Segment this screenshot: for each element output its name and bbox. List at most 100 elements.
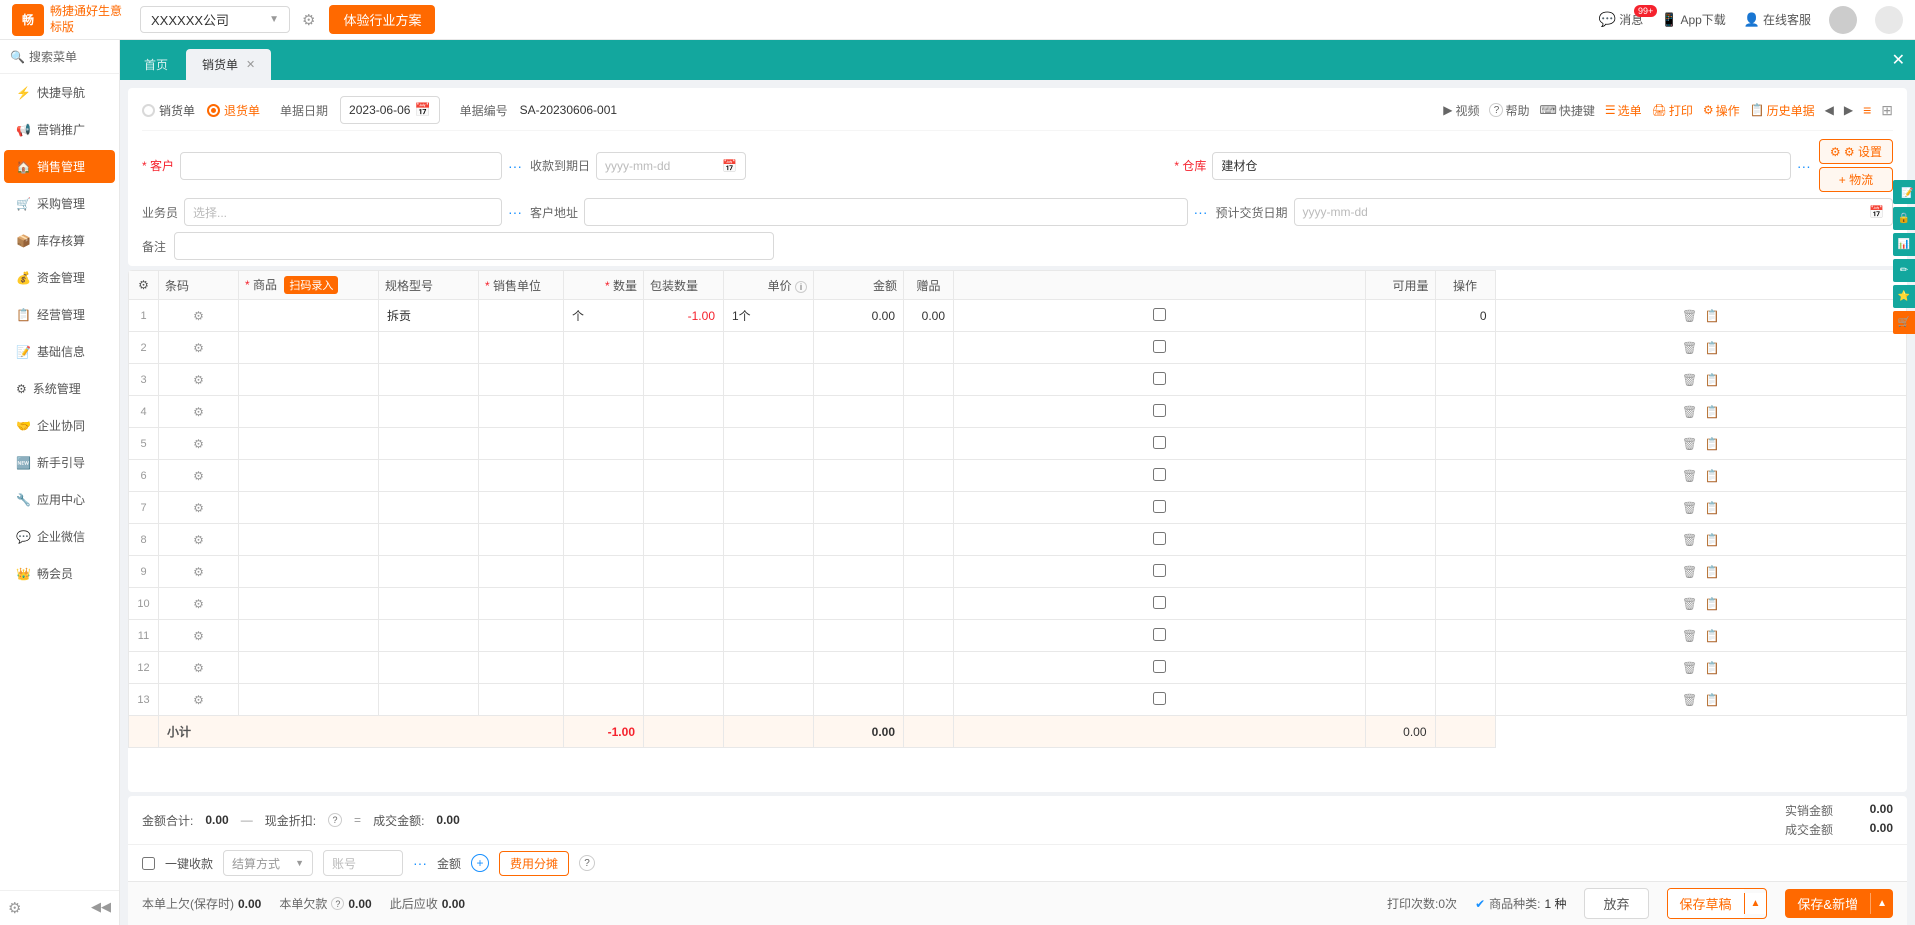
toolbar-shortcut[interactable]: ⌨ 快捷键	[1540, 102, 1595, 119]
row-gear-icon[interactable]: ⚙	[193, 693, 204, 707]
salesperson-input[interactable]: 选择...	[184, 198, 502, 226]
row-gear-icon[interactable]: ⚙	[193, 309, 204, 323]
row-delete-icon[interactable]: 🗑	[1682, 629, 1697, 643]
gift-checkbox[interactable]	[1153, 372, 1166, 385]
payment-due-input[interactable]: yyyy-mm-dd 📅	[596, 152, 746, 180]
prev-icon[interactable]: ◀	[1825, 103, 1834, 117]
sidebar-item-member[interactable]: 👑 畅会员	[4, 557, 115, 590]
sidebar-collapse-btn[interactable]: ◀◀	[91, 899, 111, 917]
gift-checkbox[interactable]	[1153, 468, 1166, 481]
row-gear-icon[interactable]: ⚙	[193, 565, 204, 579]
calendar-icon[interactable]: 📅	[414, 102, 430, 118]
sidebar-item-operations[interactable]: 📋 经营管理	[4, 298, 115, 331]
row-gear-icon[interactable]: ⚙	[193, 501, 204, 515]
one-click-label[interactable]: 一键收款	[165, 855, 213, 872]
calc-method-select[interactable]: 结算方式 ▼	[223, 850, 313, 876]
tab-close-icon[interactable]: ✕	[246, 58, 255, 71]
row-delete-icon[interactable]: 🗑	[1682, 405, 1697, 419]
delivery-calendar-icon[interactable]: 📅	[1869, 205, 1884, 219]
payment-calendar-icon[interactable]: 📅	[722, 159, 737, 173]
sidebar-item-sales[interactable]: 🏠 销售管理	[4, 150, 115, 183]
row-gear-icon[interactable]: ⚙	[193, 661, 204, 675]
toolbar-operate[interactable]: ⚙ 操作	[1703, 102, 1740, 119]
save-draft-btn-wrapper[interactable]: 保存草稿 ▲	[1667, 888, 1768, 919]
avatar[interactable]	[1829, 6, 1857, 34]
row-gear-icon[interactable]: ⚙	[193, 405, 204, 419]
row-gear-icon[interactable]: ⚙	[193, 373, 204, 387]
sidebar-item-apps[interactable]: 🔧 应用中心	[4, 483, 115, 516]
row-delete-icon[interactable]: 🗑	[1682, 693, 1697, 707]
sidebar-settings-btn[interactable]: ⚙	[8, 899, 21, 917]
row-copy-icon[interactable]: 📋	[1705, 661, 1720, 675]
online-service-btn[interactable]: 👤 在线客服	[1744, 11, 1811, 28]
sidebar-item-finance[interactable]: 💰 资金管理	[4, 261, 115, 294]
gift-checkbox[interactable]	[1153, 628, 1166, 641]
account-input[interactable]: 账号	[323, 850, 403, 876]
gift-checkbox[interactable]	[1153, 340, 1166, 353]
warehouse-input[interactable]: 建材仓	[1212, 152, 1790, 180]
row-copy-icon[interactable]: 📋	[1705, 405, 1720, 419]
expense-split-btn[interactable]: 费用分摊	[499, 851, 569, 876]
row-copy-icon[interactable]: 📋	[1705, 501, 1720, 515]
grid-view-icon[interactable]: ⊞	[1881, 102, 1893, 119]
next-icon[interactable]: ▶	[1844, 103, 1853, 117]
rfb-1[interactable]: 📝	[1893, 180, 1915, 204]
row-delete-icon[interactable]: 🗑	[1682, 597, 1697, 611]
save-draft-btn[interactable]: 保存草稿	[1668, 889, 1744, 918]
addr-more-btn[interactable]: ···	[1194, 204, 1208, 220]
company-selector[interactable]: XXXXXX公司 ▼	[140, 6, 290, 33]
logistics-btn[interactable]: + 物流	[1819, 167, 1893, 192]
radio-sales-order[interactable]: 销货单	[142, 102, 195, 119]
row-delete-icon[interactable]: 🗑	[1682, 437, 1697, 451]
row-gear-icon[interactable]: ⚙	[193, 437, 204, 451]
sidebar-item-enterprise[interactable]: 🤝 企业协同	[4, 409, 115, 442]
row-copy-icon[interactable]: 📋	[1705, 533, 1720, 547]
row-copy-icon[interactable]: 📋	[1705, 693, 1720, 707]
row-copy-icon[interactable]: 📋	[1705, 437, 1720, 451]
sidebar-item-inventory[interactable]: 📦 库存核算	[4, 224, 115, 257]
date-input[interactable]: 2023-06-06 📅	[340, 96, 440, 124]
rfb-6[interactable]: 🛒	[1893, 311, 1915, 334]
one-click-collect-checkbox[interactable]	[142, 857, 155, 870]
tab-home[interactable]: 首页	[128, 49, 184, 80]
row-delete-icon[interactable]: 🗑	[1682, 565, 1697, 579]
row-delete-icon[interactable]: 🗑	[1682, 309, 1697, 323]
scan-entry-btn[interactable]: 扫码录入	[284, 276, 338, 294]
save-new-btn-wrapper[interactable]: 保存&新增 ▲	[1785, 889, 1893, 918]
help-icon-3[interactable]: ?	[579, 855, 595, 871]
close-all-btn[interactable]: ✕	[1892, 50, 1905, 70]
row-gear-icon[interactable]: ⚙	[193, 629, 204, 643]
tab-sales-order[interactable]: 销货单 ✕	[186, 49, 271, 80]
sidebar-search[interactable]: 🔍 搜索菜单	[0, 40, 119, 74]
row-copy-icon[interactable]: 📋	[1705, 373, 1720, 387]
sidebar-item-guide[interactable]: 🆕 新手引导	[4, 446, 115, 479]
gift-checkbox[interactable]	[1153, 308, 1166, 321]
gift-checkbox[interactable]	[1153, 596, 1166, 609]
warehouse-more-btn[interactable]: ···	[1797, 158, 1811, 174]
toolbar-print[interactable]: 🖨 打印	[1652, 102, 1693, 119]
customer-more-btn[interactable]: ···	[508, 158, 522, 174]
sidebar-item-marketing[interactable]: 📢 营销推广	[4, 113, 115, 146]
row-gear-icon[interactable]: ⚙	[193, 469, 204, 483]
rfb-2[interactable]: 🔒	[1893, 207, 1915, 230]
row-gear-icon[interactable]: ⚙	[193, 341, 204, 355]
row-gear-icon[interactable]: ⚙	[193, 597, 204, 611]
save-new-chevron[interactable]: ▲	[1870, 893, 1893, 914]
sidebar-item-system[interactable]: ⚙ 系统管理	[4, 372, 115, 405]
rfb-3[interactable]: 📊	[1893, 233, 1915, 256]
save-draft-chevron[interactable]: ▲	[1744, 893, 1767, 914]
gear-icon[interactable]: ⚙	[302, 11, 315, 29]
row-delete-icon[interactable]: 🗑	[1682, 533, 1697, 547]
gift-checkbox[interactable]	[1153, 692, 1166, 705]
col-gear[interactable]: ⚙	[129, 271, 159, 300]
settings-btn[interactable]: ⚙ ⚙ 设置	[1819, 139, 1893, 164]
gift-checkbox[interactable]	[1153, 500, 1166, 513]
product-cell[interactable]: 拆贡	[387, 309, 411, 323]
add-payment-btn[interactable]: +	[471, 854, 489, 872]
row-delete-icon[interactable]: 🗑	[1682, 469, 1697, 483]
message-btn[interactable]: 💬 消息 99+	[1599, 11, 1643, 28]
row-delete-icon[interactable]: 🗑	[1682, 373, 1697, 387]
sidebar-item-quick-nav[interactable]: ⚡ 快捷导航	[4, 76, 115, 109]
gift-checkbox[interactable]	[1153, 404, 1166, 417]
rfb-5[interactable]: ⭐	[1893, 285, 1915, 308]
